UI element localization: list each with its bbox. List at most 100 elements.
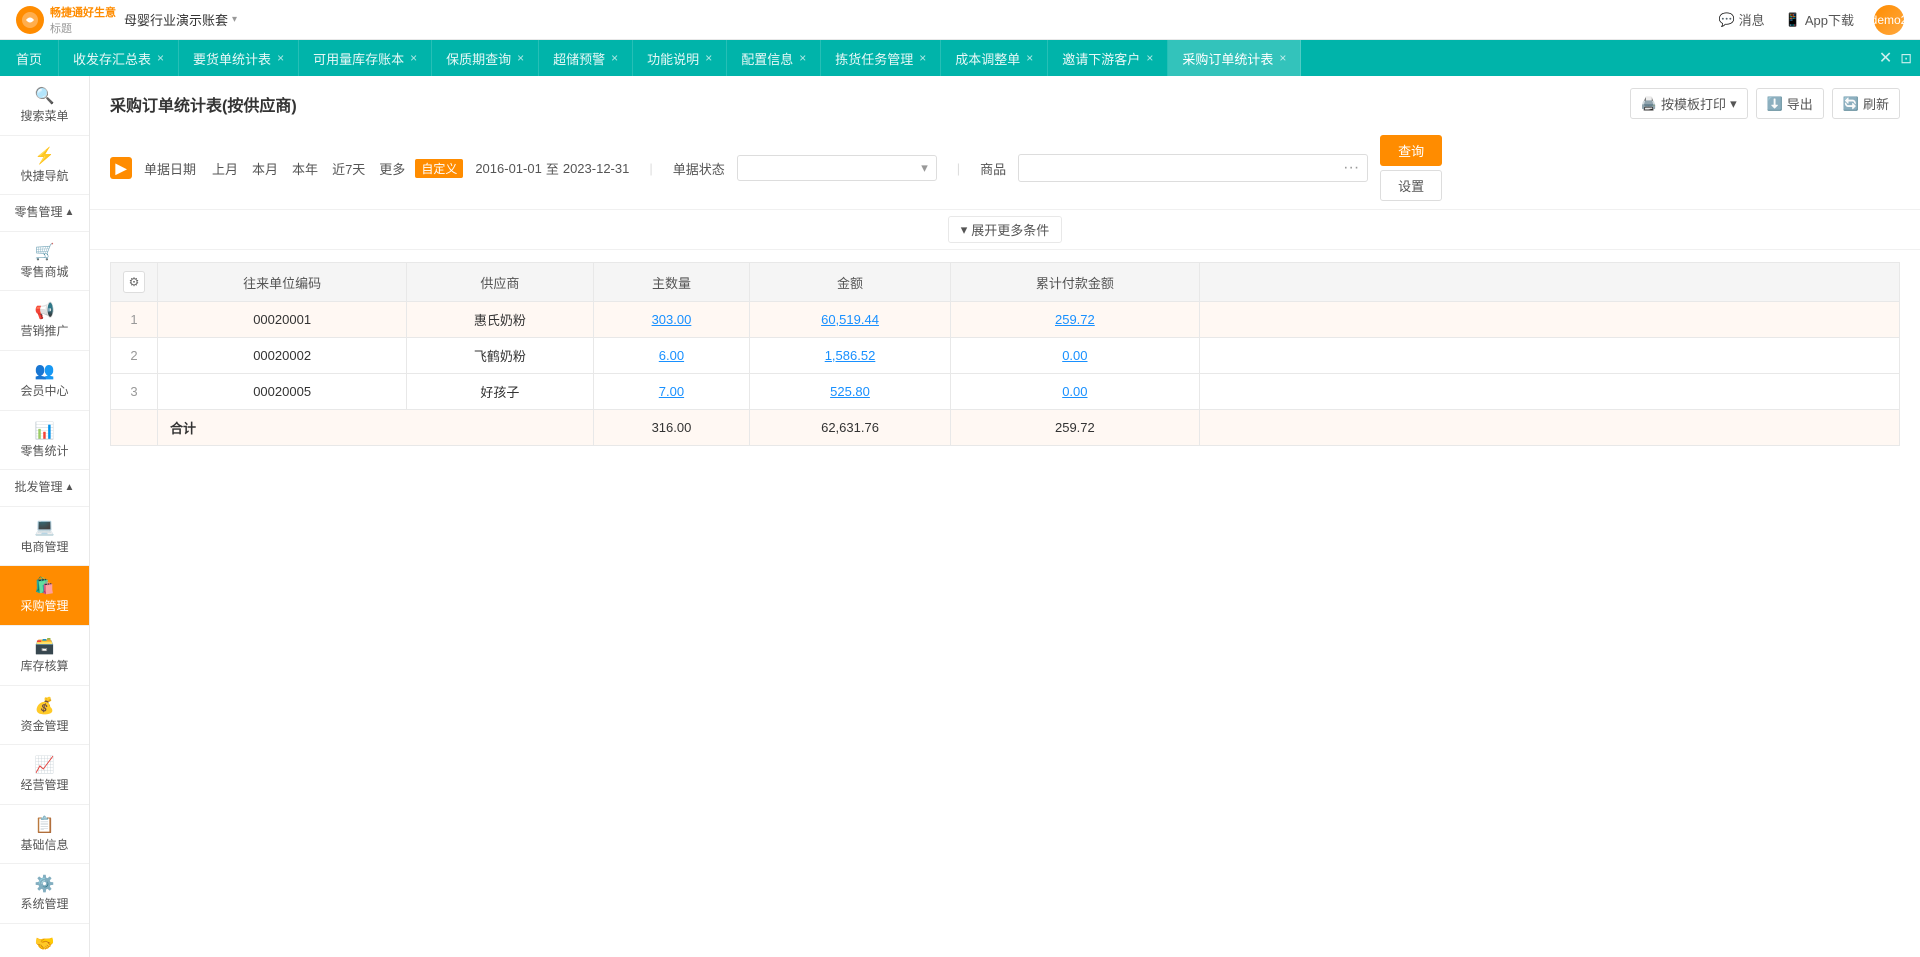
tab-func-desc[interactable]: 功能说明 × — [633, 40, 727, 76]
close-icon[interactable]: × — [517, 51, 524, 65]
sidebar-item-marketing[interactable]: 📢 营销推广 — [0, 291, 89, 351]
filter-toggle-button[interactable]: ▶ — [110, 157, 132, 179]
close-icon[interactable]: × — [277, 51, 284, 65]
settings-button[interactable]: 设置 — [1380, 170, 1442, 201]
sidebar-item-quick[interactable]: ⚡ 快捷导航 — [0, 136, 89, 196]
restore-window-button[interactable]: ⊡ — [1900, 50, 1912, 67]
sidebar-item-retail-stat[interactable]: 📊 零售统计 — [0, 411, 89, 471]
sidebar-item-enterprise[interactable]: 🤝 企业协同 — [0, 924, 89, 957]
tab-pick-task[interactable]: 拣货任务管理 × — [821, 40, 941, 76]
close-icon[interactable]: × — [1026, 51, 1033, 65]
top-bar-left: 畅捷通好生意 标题 母婴行业演示账套 ▾ — [16, 4, 237, 36]
row-supplier: 好孩子 — [407, 374, 593, 410]
shortcut-last-month[interactable]: 上月 — [208, 158, 242, 179]
query-button[interactable]: 查询 — [1380, 135, 1442, 166]
sidebar-item-wholesale[interactable]: 批发管理 ▲ — [0, 470, 89, 507]
close-icon[interactable]: × — [1146, 51, 1153, 65]
goods-input[interactable]: ··· — [1018, 154, 1368, 182]
col-amount: 金额 — [750, 263, 950, 302]
close-icon[interactable]: × — [1279, 51, 1286, 65]
chevron-down-icon: ▾ — [1730, 96, 1737, 112]
paid-link[interactable]: 0.00 — [1062, 384, 1087, 399]
sidebar-item-purchase[interactable]: 🛍️ 采购管理 — [0, 566, 89, 626]
paid-link[interactable]: 0.00 — [1062, 348, 1087, 363]
sidebar-item-system[interactable]: ⚙️ 系统管理 — [0, 864, 89, 924]
workspace-selector[interactable]: 母婴行业演示账套 ▾ — [124, 10, 237, 29]
status-select[interactable]: ▾ — [737, 155, 937, 181]
more-icon[interactable]: ··· — [1343, 159, 1359, 177]
tab-receive[interactable]: 收发存汇总表 × — [59, 40, 179, 76]
row-amount: 525.80 — [750, 374, 950, 410]
close-icon[interactable]: × — [157, 51, 164, 65]
row-extra — [1200, 374, 1900, 410]
user-avatar[interactable]: demo2 — [1874, 5, 1904, 35]
expand-conditions-button[interactable]: ▾ 展开更多条件 — [948, 216, 1063, 243]
system-icon: ⚙️ — [35, 874, 55, 894]
sidebar-item-inventory[interactable]: 🗃️ 库存核算 — [0, 626, 89, 686]
tab-expiry[interactable]: 保质期查询 × — [432, 40, 539, 76]
tab-purchase-stat[interactable]: 采购订单统计表 × — [1168, 40, 1301, 76]
tab-overstock[interactable]: 超储预警 × — [539, 40, 633, 76]
custom-date-tag[interactable]: 自定义 — [415, 159, 463, 178]
close-icon[interactable]: × — [705, 51, 712, 65]
tab-config[interactable]: 配置信息 × — [727, 40, 821, 76]
sidebar-item-retail-shop[interactable]: 🛒 零售商城 — [0, 232, 89, 292]
row-paid: 0.00 — [950, 338, 1199, 374]
row-num: 1 — [111, 302, 158, 338]
amount-link[interactable]: 1,586.52 — [825, 348, 876, 363]
sidebar-item-basic[interactable]: 📋 基础信息 — [0, 805, 89, 865]
row-paid: 0.00 — [950, 374, 1199, 410]
message-button[interactable]: 💬 消息 — [1718, 10, 1764, 29]
close-icon[interactable]: × — [799, 51, 806, 65]
qty-link[interactable]: 6.00 — [659, 348, 684, 363]
row-qty: 303.00 — [593, 302, 750, 338]
shortcut-7days[interactable]: 近7天 — [328, 158, 369, 179]
marketing-icon: 📢 — [35, 301, 55, 321]
goods-filter-label: 商品 — [980, 159, 1006, 178]
refresh-button[interactable]: 🔄 刷新 — [1832, 88, 1900, 119]
sidebar-item-ecommerce[interactable]: 💻 电商管理 — [0, 507, 89, 567]
shortcut-this-year[interactable]: 本年 — [288, 158, 322, 179]
print-icon: 🖨️ — [1641, 96, 1657, 112]
date-to: 2023-12-31 — [563, 161, 630, 176]
refresh-icon: 🔄 — [1843, 96, 1859, 112]
qty-link[interactable]: 303.00 — [652, 312, 692, 327]
tab-goods-stat[interactable]: 要货单统计表 × — [179, 40, 299, 76]
sidebar-item-retail[interactable]: 零售管理 ▲ — [0, 195, 89, 232]
row-qty: 7.00 — [593, 374, 750, 410]
paid-link[interactable]: 259.72 — [1055, 312, 1095, 327]
qty-link[interactable]: 7.00 — [659, 384, 684, 399]
quick-nav-icon: ⚡ — [35, 146, 55, 166]
row-extra — [1200, 338, 1900, 374]
shortcut-this-month[interactable]: 本月 — [248, 158, 282, 179]
tab-available-stock[interactable]: 可用量库存账本 × — [299, 40, 432, 76]
filter-divider: | — [649, 161, 652, 176]
close-icon[interactable]: × — [410, 51, 417, 65]
template-print-button[interactable]: 🖨️ 按模板打印 ▾ — [1630, 88, 1748, 119]
close-icon[interactable]: × — [919, 51, 926, 65]
sidebar-item-finance[interactable]: 💰 资金管理 — [0, 686, 89, 746]
page-container: 采购订单统计表(按供应商) 🖨️ 按模板打印 ▾ ⬇️ 导出 🔄 刷新 — [90, 76, 1920, 957]
total-amount: 62,631.76 — [750, 410, 950, 446]
sidebar-item-member[interactable]: 👥 会员中心 — [0, 351, 89, 411]
tab-home[interactable]: 首页 — [0, 40, 59, 76]
tab-cost-adj[interactable]: 成本调整单 × — [941, 40, 1048, 76]
amount-link[interactable]: 60,519.44 — [821, 312, 879, 327]
tab-invite[interactable]: 邀请下游客户 × — [1048, 40, 1168, 76]
row-num: 3 — [111, 374, 158, 410]
close-icon[interactable]: × — [611, 51, 618, 65]
amount-link[interactable]: 525.80 — [830, 384, 870, 399]
app-layout: 🔍 搜索菜单 ⚡ 快捷导航 零售管理 ▲ 🛒 零售商城 📢 营销推广 👥 会员中… — [0, 76, 1920, 957]
sidebar-item-ops[interactable]: 📈 经营管理 — [0, 745, 89, 805]
expand-conditions-row: ▾ 展开更多条件 — [90, 210, 1920, 250]
column-settings-button[interactable]: ⚙ — [123, 271, 145, 293]
ops-icon: 📈 — [35, 755, 55, 775]
logo-icon — [16, 6, 44, 34]
sidebar-item-search[interactable]: 🔍 搜索菜单 — [0, 76, 89, 136]
table-row: 2 00020002 飞鹤奶粉 6.00 1,586.52 0.00 — [111, 338, 1900, 374]
export-button[interactable]: ⬇️ 导出 — [1756, 88, 1824, 119]
app-download-button[interactable]: 📱 App下载 — [1785, 10, 1854, 29]
status-filter-label: 单据状态 — [673, 159, 725, 178]
close-all-tabs-button[interactable]: ✕ — [1879, 48, 1892, 68]
shortcut-more[interactable]: 更多 — [375, 158, 409, 179]
